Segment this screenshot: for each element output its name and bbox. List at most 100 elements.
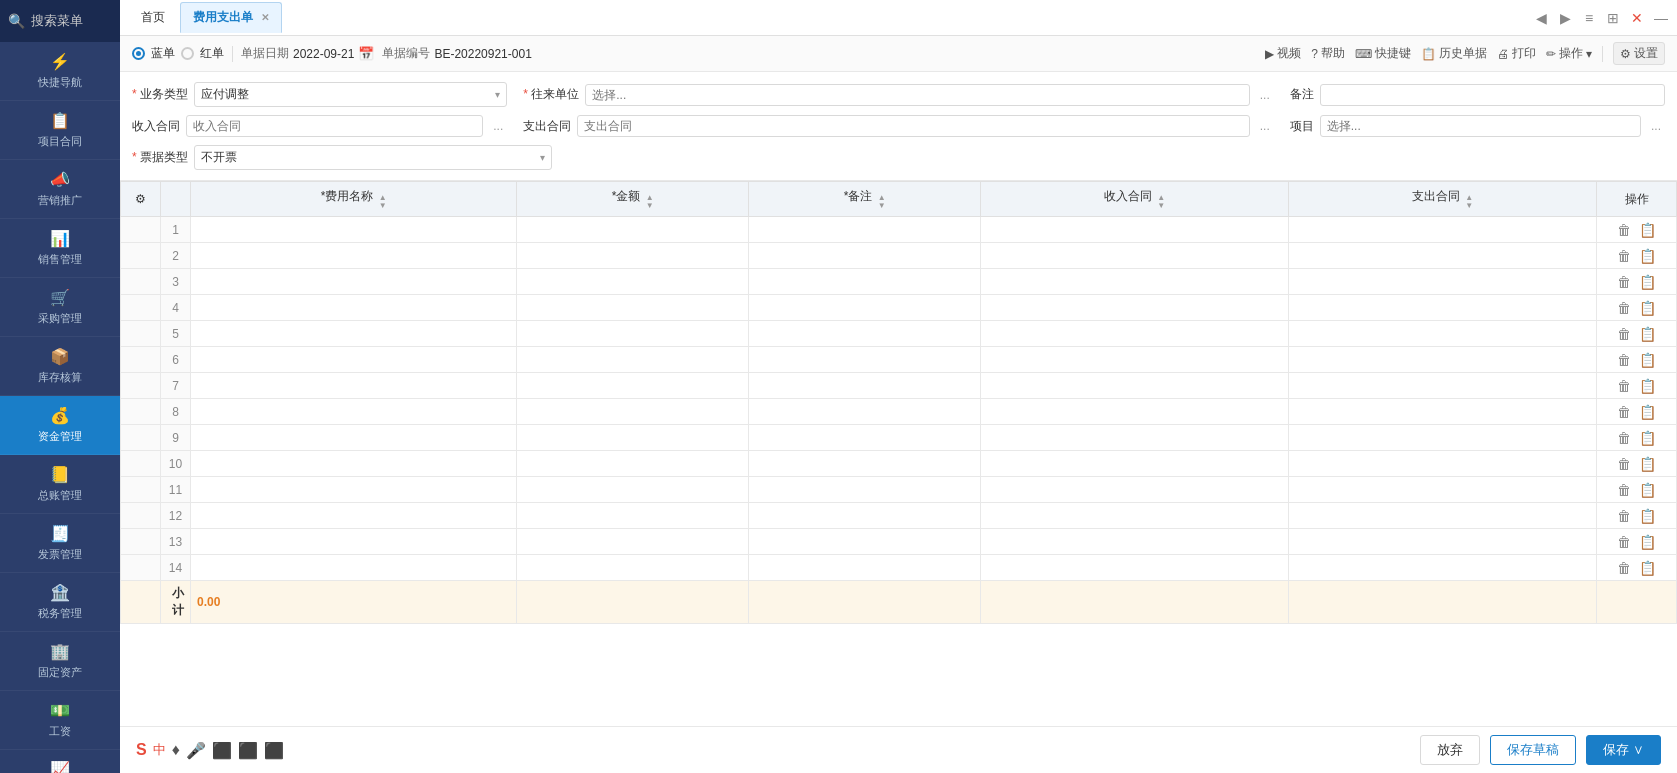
row-expense-name-6[interactable]	[191, 347, 517, 373]
row-amount-11[interactable]	[517, 477, 749, 503]
remark-input[interactable]	[1320, 84, 1665, 106]
row-expense-name-5[interactable]	[191, 321, 517, 347]
box1-icon[interactable]: ⬛	[212, 741, 232, 760]
copy-icon-10[interactable]: 📋	[1639, 456, 1656, 472]
history-action[interactable]: 📋 历史单据	[1421, 45, 1487, 62]
row-expense-name-8[interactable]	[191, 399, 517, 425]
row-expense-contract-1[interactable]	[1289, 217, 1597, 243]
row-expense-name-13[interactable]	[191, 529, 517, 555]
row-remark-12[interactable]	[749, 503, 981, 529]
row-amount-3[interactable]	[517, 269, 749, 295]
row-expense-contract-2[interactable]	[1289, 243, 1597, 269]
tab-expense[interactable]: 费用支出单 ✕	[180, 2, 282, 33]
delete-icon-6[interactable]: 🗑	[1617, 352, 1631, 368]
row-expense-name-11[interactable]	[191, 477, 517, 503]
row-remark-3[interactable]	[749, 269, 981, 295]
mic-icon[interactable]: 🎤	[186, 741, 206, 760]
row-amount-4[interactable]	[517, 295, 749, 321]
row-amount-5[interactable]	[517, 321, 749, 347]
row-remark-6[interactable]	[749, 347, 981, 373]
sidebar-item-fixed-assets[interactable]: 🏢 固定资产	[0, 632, 120, 691]
blue-bill-radio[interactable]: 蓝单	[132, 45, 175, 62]
col-remark[interactable]: *备注 ▲ ▼	[749, 182, 981, 217]
row-expense-contract-7[interactable]	[1289, 373, 1597, 399]
row-remark-1[interactable]	[749, 217, 981, 243]
delete-icon-2[interactable]: 🗑	[1617, 248, 1631, 264]
grid-view-icon[interactable]: ⊞	[1605, 10, 1621, 26]
row-remark-14[interactable]	[749, 555, 981, 581]
list-view-icon[interactable]: ≡	[1581, 10, 1597, 26]
row-expense-contract-12[interactable]	[1289, 503, 1597, 529]
diamond-icon[interactable]: ♦	[172, 741, 180, 759]
sidebar-item-sales[interactable]: 📊 销售管理	[0, 219, 120, 278]
row-income-contract-7[interactable]	[981, 373, 1289, 399]
print-action[interactable]: 🖨 打印	[1497, 45, 1536, 62]
copy-icon-9[interactable]: 📋	[1639, 430, 1656, 446]
sidebar-item-operations[interactable]: 📈 经营管理	[0, 750, 120, 773]
box3-icon[interactable]: ⬛	[264, 741, 284, 760]
row-amount-9[interactable]	[517, 425, 749, 451]
row-expense-contract-10[interactable]	[1289, 451, 1597, 477]
project-ellipsis[interactable]: ...	[1647, 119, 1665, 133]
row-amount-2[interactable]	[517, 243, 749, 269]
row-expense-name-4[interactable]	[191, 295, 517, 321]
delete-icon-4[interactable]: 🗑	[1617, 300, 1631, 316]
payee-ellipsis[interactable]: ...	[1256, 88, 1274, 102]
tab-close-icon[interactable]: ✕	[261, 12, 269, 23]
row-income-contract-9[interactable]	[981, 425, 1289, 451]
delete-icon-3[interactable]: 🗑	[1617, 274, 1631, 290]
sidebar-item-quick-nav[interactable]: ⚡ 快捷导航	[0, 42, 120, 101]
row-expense-contract-5[interactable]	[1289, 321, 1597, 347]
col-settings[interactable]: ⚙	[121, 182, 161, 217]
row-amount-7[interactable]	[517, 373, 749, 399]
row-expense-name-10[interactable]	[191, 451, 517, 477]
copy-icon-3[interactable]: 📋	[1639, 274, 1656, 290]
row-expense-contract-4[interactable]	[1289, 295, 1597, 321]
row-remark-10[interactable]	[749, 451, 981, 477]
settings-button[interactable]: ⚙ 设置	[1613, 42, 1665, 65]
row-income-contract-4[interactable]	[981, 295, 1289, 321]
delete-icon-14[interactable]: 🗑	[1617, 560, 1631, 576]
delete-icon-12[interactable]: 🗑	[1617, 508, 1631, 524]
row-income-contract-1[interactable]	[981, 217, 1289, 243]
row-amount-12[interactable]	[517, 503, 749, 529]
payee-input[interactable]	[585, 84, 1249, 106]
delete-icon-8[interactable]: 🗑	[1617, 404, 1631, 420]
row-expense-name-9[interactable]	[191, 425, 517, 451]
row-amount-8[interactable]	[517, 399, 749, 425]
row-amount-14[interactable]	[517, 555, 749, 581]
row-expense-contract-11[interactable]	[1289, 477, 1597, 503]
row-remark-8[interactable]	[749, 399, 981, 425]
delete-icon-1[interactable]: 🗑	[1617, 222, 1631, 238]
expense-contract-ellipsis[interactable]: ...	[1256, 119, 1274, 133]
nav-next-icon[interactable]: ▶	[1557, 10, 1573, 26]
row-remark-4[interactable]	[749, 295, 981, 321]
tab-home[interactable]: 首页	[128, 2, 178, 33]
copy-icon-1[interactable]: 📋	[1639, 222, 1656, 238]
nav-prev-icon[interactable]: ◀	[1533, 10, 1549, 26]
row-remark-9[interactable]	[749, 425, 981, 451]
row-remark-11[interactable]	[749, 477, 981, 503]
red-bill-radio[interactable]: 红单	[181, 45, 224, 62]
sidebar-item-tax[interactable]: 🏦 税务管理	[0, 573, 120, 632]
row-income-contract-10[interactable]	[981, 451, 1289, 477]
table-container[interactable]: ⚙ *费用名称 ▲ ▼ *金额	[120, 181, 1677, 726]
income-contract-ellipsis[interactable]: ...	[489, 119, 507, 133]
sidebar-item-funds[interactable]: 💰 资金管理	[0, 396, 120, 455]
row-expense-name-2[interactable]	[191, 243, 517, 269]
row-expense-contract-9[interactable]	[1289, 425, 1597, 451]
business-type-select-wrapper[interactable]: 应付调整 ▾	[194, 82, 507, 107]
video-action[interactable]: ▶ 视频	[1265, 45, 1301, 62]
row-income-contract-14[interactable]	[981, 555, 1289, 581]
row-expense-contract-14[interactable]	[1289, 555, 1597, 581]
sidebar-item-invoice[interactable]: 🧾 发票管理	[0, 514, 120, 573]
expense-contract-input[interactable]	[577, 115, 1249, 137]
row-expense-contract-6[interactable]	[1289, 347, 1597, 373]
close-window-icon[interactable]: ✕	[1629, 10, 1645, 26]
row-income-contract-5[interactable]	[981, 321, 1289, 347]
shortcuts-action[interactable]: ⌨ 快捷键	[1355, 45, 1411, 62]
row-income-contract-8[interactable]	[981, 399, 1289, 425]
sidebar-search[interactable]: 🔍 搜索菜单	[0, 0, 120, 42]
row-expense-name-7[interactable]	[191, 373, 517, 399]
row-amount-10[interactable]	[517, 451, 749, 477]
